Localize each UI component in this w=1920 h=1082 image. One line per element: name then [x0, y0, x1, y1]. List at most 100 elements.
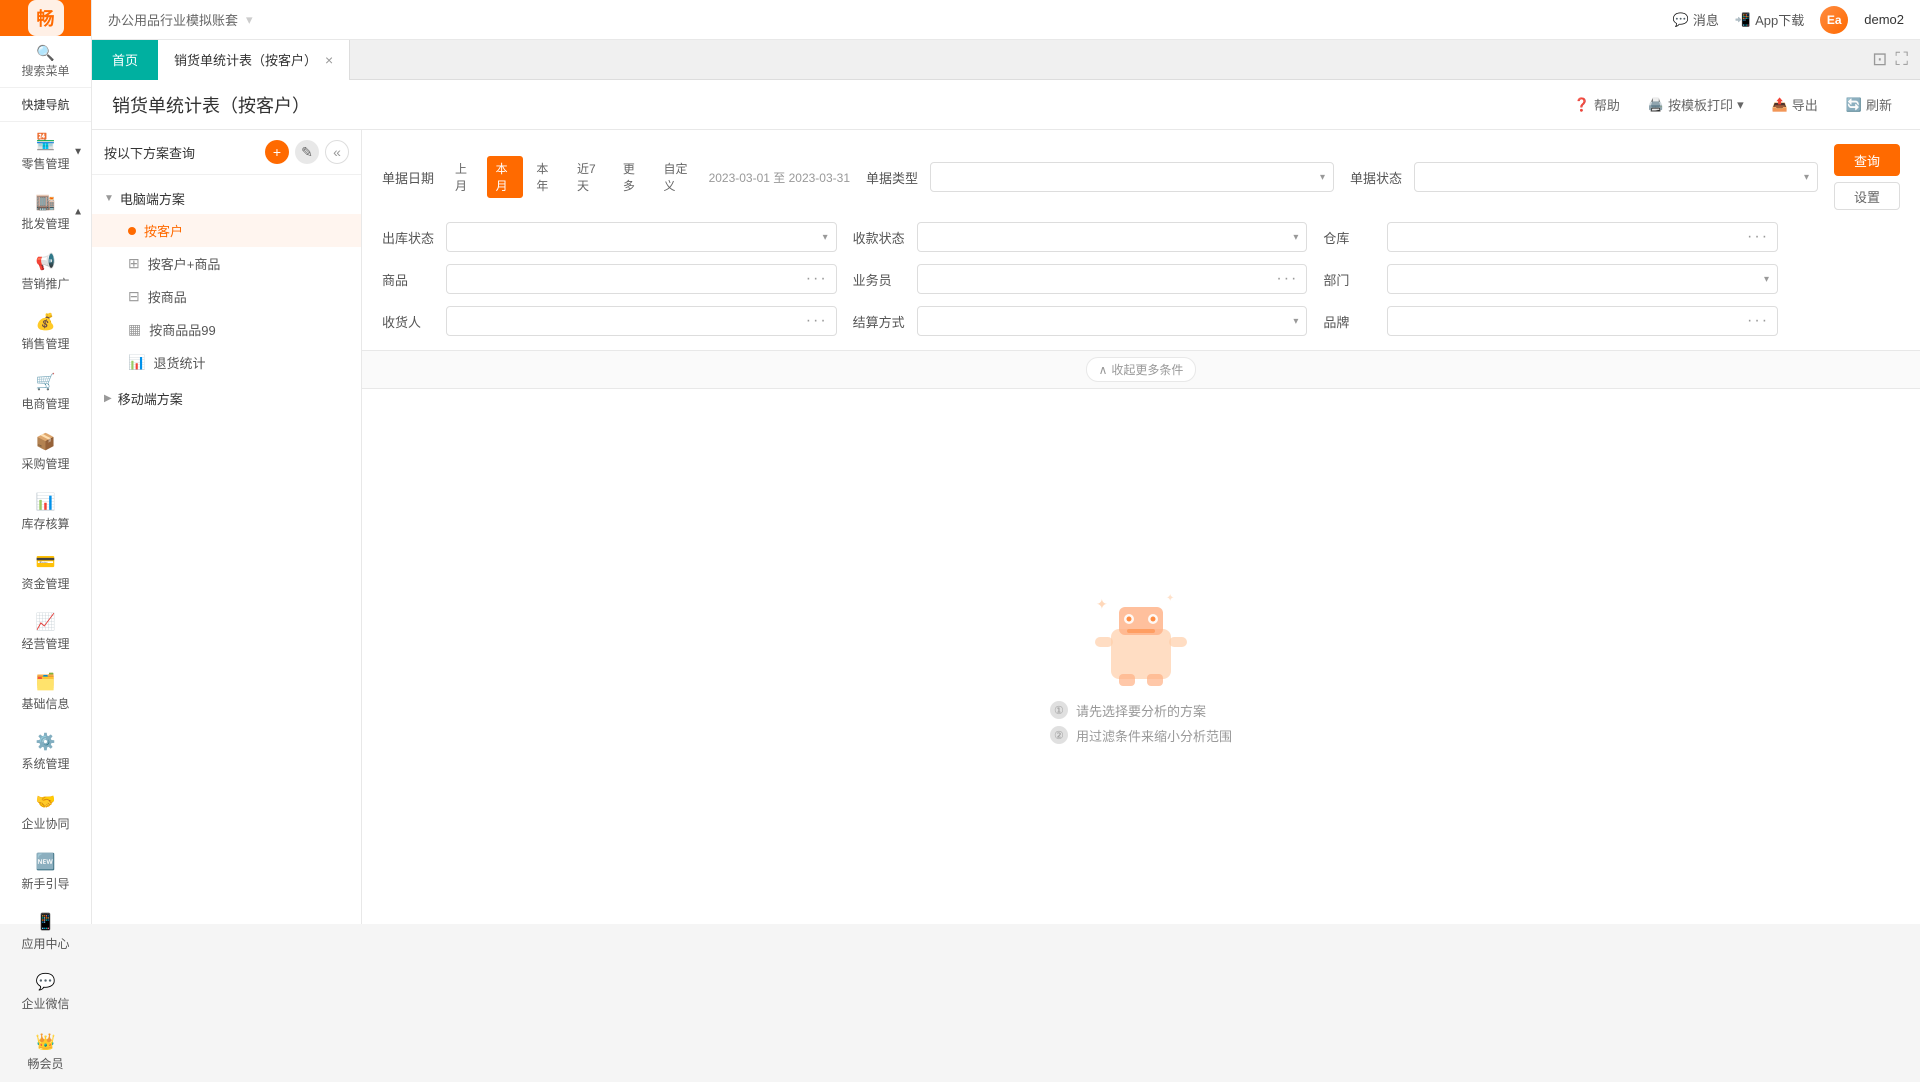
appcenter-icon: 📱: [36, 912, 56, 932]
goods-field: 商品 ···: [382, 264, 837, 294]
goods-input[interactable]: ···: [446, 264, 837, 294]
help-button[interactable]: ❓ 帮助: [1566, 91, 1628, 118]
panel-actions: + ✎ «: [265, 140, 349, 164]
scheme-by-goods[interactable]: ⊟ 按商品: [92, 280, 361, 313]
quick-nav-item[interactable]: 快捷导航: [0, 88, 91, 122]
sidebar-item-wholesale[interactable]: 🏬 批发管理 ▲: [0, 182, 91, 242]
more-icon: ···: [1276, 270, 1298, 288]
active-dot: [128, 227, 136, 235]
right-panel: 单据日期 上月 本月 本年 近7天 更多 自定义 2023-03-01 至 20…: [362, 130, 1920, 924]
sidebar-item-purchase[interactable]: 📦 采购管理: [0, 422, 91, 482]
sidebar-item-retail[interactable]: 🏪 零售管理 ▼: [0, 122, 91, 182]
page-actions: ❓ 帮助 🖨️ 按模板打印 ▾ 📤 导出 🔄 刷新: [1566, 91, 1900, 118]
brand-label: 品牌: [1323, 312, 1379, 331]
mobile-group: ▶ 移动端方案: [92, 383, 361, 414]
tab-close-icon[interactable]: ×: [325, 52, 333, 68]
empty-hint-2: ② 用过滤条件来缩小分析范围: [1050, 726, 1232, 745]
mobile-group-header[interactable]: ▶ 移动端方案: [92, 383, 361, 414]
empty-hint-1: ① 请先选择要分析的方案: [1050, 701, 1232, 720]
scheme-tree: ▼ 电脑端方案 按客户 ⊞ 按客户+商品 ⊟ 按商品: [92, 175, 361, 924]
chevron-down-icon: ▾: [1293, 316, 1298, 327]
warehouse-input[interactable]: ···: [1387, 222, 1778, 252]
filter-row-1: 单据日期 上月 本月 本年 近7天 更多 自定义 2023-03-01 至 20…: [382, 144, 1900, 210]
order-type-input[interactable]: ▾: [930, 162, 1334, 192]
order-status-input[interactable]: ▾: [1414, 162, 1818, 192]
tab-home[interactable]: 首页: [92, 40, 158, 80]
filter-section: 单据日期 上月 本月 本年 近7天 更多 自定义 2023-03-01 至 20…: [362, 130, 1920, 389]
collapse-panel-button[interactable]: «: [325, 140, 349, 164]
table-icon: ⊟: [128, 288, 140, 305]
out-status-input[interactable]: ▾: [446, 222, 837, 252]
date-btn-7days[interactable]: 近7天: [568, 156, 610, 198]
page-header: 销货单统计表（按客户） ❓ 帮助 🖨️ 按模板打印 ▾ 📤 导出 🔄 刷新: [92, 80, 1920, 130]
sidebar-item-system[interactable]: ⚙️ 系统管理: [0, 722, 91, 782]
scheme-by-goods99[interactable]: ▦ 按商品品99: [92, 313, 361, 346]
chart-icon: 📊: [128, 354, 145, 371]
logo-icon: 畅: [28, 0, 64, 36]
scheme-by-customer-goods[interactable]: ⊞ 按客户+商品: [92, 247, 361, 280]
tabs-bar: 首页 销货单统计表（按客户） × ⊡ ⛶: [92, 40, 1920, 80]
edit-scheme-button[interactable]: ✎: [295, 140, 319, 164]
filter-row-4: 收货人 ··· 结算方式 ▾: [382, 306, 1900, 336]
marketing-icon: 📢: [36, 252, 56, 272]
query-button[interactable]: 查询: [1834, 144, 1900, 176]
brand-input[interactable]: ···: [1387, 306, 1778, 336]
sidebar-item-appcenter[interactable]: 📱 应用中心: [0, 902, 91, 962]
more-icon: ···: [1747, 228, 1769, 246]
export-button[interactable]: 📤 导出: [1764, 91, 1826, 118]
collapse-button[interactable]: ∧ 收起更多条件: [1086, 357, 1197, 382]
wholesale-icon: 🏬: [36, 192, 56, 212]
date-label: 单据日期: [382, 168, 438, 187]
salesman-input[interactable]: ···: [917, 264, 1308, 294]
warehouse-field: 仓库 ···: [1323, 222, 1778, 252]
department-input[interactable]: ▾: [1387, 264, 1778, 294]
sidebar-item-vip[interactable]: 👑 畅会员: [0, 1022, 91, 1082]
query-actions: 查询 设置: [1834, 144, 1900, 210]
settings-button[interactable]: 设置: [1834, 182, 1900, 210]
sidebar-item-finance[interactable]: 💳 资金管理: [0, 542, 91, 602]
app-download-button[interactable]: 📲 App下载: [1735, 10, 1804, 29]
user-name[interactable]: demo2: [1864, 12, 1904, 27]
sidebar-item-marketing[interactable]: 📢 营销推广: [0, 242, 91, 302]
date-btn-lastmonth[interactable]: 上月: [446, 156, 483, 198]
date-range: 2023-03-01 至 2023-03-31: [709, 169, 850, 186]
sidebar-item-wechat[interactable]: 💬 企业微信: [0, 962, 91, 1022]
recipient-input[interactable]: ···: [446, 306, 837, 336]
date-btn-more[interactable]: 更多: [614, 156, 651, 198]
search-menu-item[interactable]: 🔍 搜索菜单: [0, 36, 91, 88]
order-type-label: 单据类型: [866, 168, 922, 187]
header-left: 办公用品行业模拟账套 ▾: [108, 10, 253, 29]
message-button[interactable]: 💬 消息: [1673, 10, 1719, 29]
scheme-by-customer[interactable]: 按客户: [92, 214, 361, 247]
scheme-refund[interactable]: 📊 退货统计: [92, 346, 361, 379]
sidebar-item-ecommerce[interactable]: 🛒 电商管理: [0, 362, 91, 422]
date-btn-custom[interactable]: 自定义: [655, 156, 701, 198]
sidebar-item-newbie[interactable]: 🆕 新手引导: [0, 842, 91, 902]
desktop-group-header[interactable]: ▼ 电脑端方案: [92, 183, 361, 214]
goods-label: 商品: [382, 270, 438, 289]
date-filter: 单据日期 上月 本月 本年 近7天 更多 自定义 2023-03-01 至 20…: [382, 156, 850, 198]
industry-name: 办公用品行业模拟账套: [108, 10, 238, 29]
sidebar-item-enterprise[interactable]: 🤝 企业协同: [0, 782, 91, 842]
sidebar-item-inventory[interactable]: 📊 库存核算: [0, 482, 91, 542]
more-icon: ···: [806, 270, 828, 288]
finance-icon: 💳: [36, 552, 56, 572]
sidebar-item-basic[interactable]: 🗂️ 基础信息: [0, 662, 91, 722]
sidebar-item-sales[interactable]: 💰 销售管理: [0, 302, 91, 362]
sidebar: 畅 🔍 搜索菜单 快捷导航 🏪 零售管理 ▼ 🏬 批发管理 ▲ 📢 营销推广 💰…: [0, 0, 92, 924]
collect-status-input[interactable]: ▾: [917, 222, 1308, 252]
newbie-icon: 🆕: [36, 852, 56, 872]
tab-expand-button[interactable]: ⊡ ⛶: [1860, 49, 1920, 70]
date-btn-thismonth[interactable]: 本月: [487, 156, 524, 198]
add-scheme-button[interactable]: +: [265, 140, 289, 164]
out-status-field: 出库状态 ▾: [382, 222, 837, 252]
avatar: Ea: [1820, 6, 1848, 34]
settle-method-input[interactable]: ▾: [917, 306, 1308, 336]
basic-icon: 🗂️: [36, 672, 56, 692]
date-btn-thisyear[interactable]: 本年: [527, 156, 564, 198]
tab-sales-stats[interactable]: 销货单统计表（按客户） ×: [158, 40, 350, 80]
department-field: 部门 ▾: [1323, 264, 1778, 294]
sidebar-item-operations[interactable]: 📈 经营管理: [0, 602, 91, 662]
print-button[interactable]: 🖨️ 按模板打印 ▾: [1640, 91, 1752, 118]
refresh-button[interactable]: 🔄 刷新: [1838, 91, 1900, 118]
